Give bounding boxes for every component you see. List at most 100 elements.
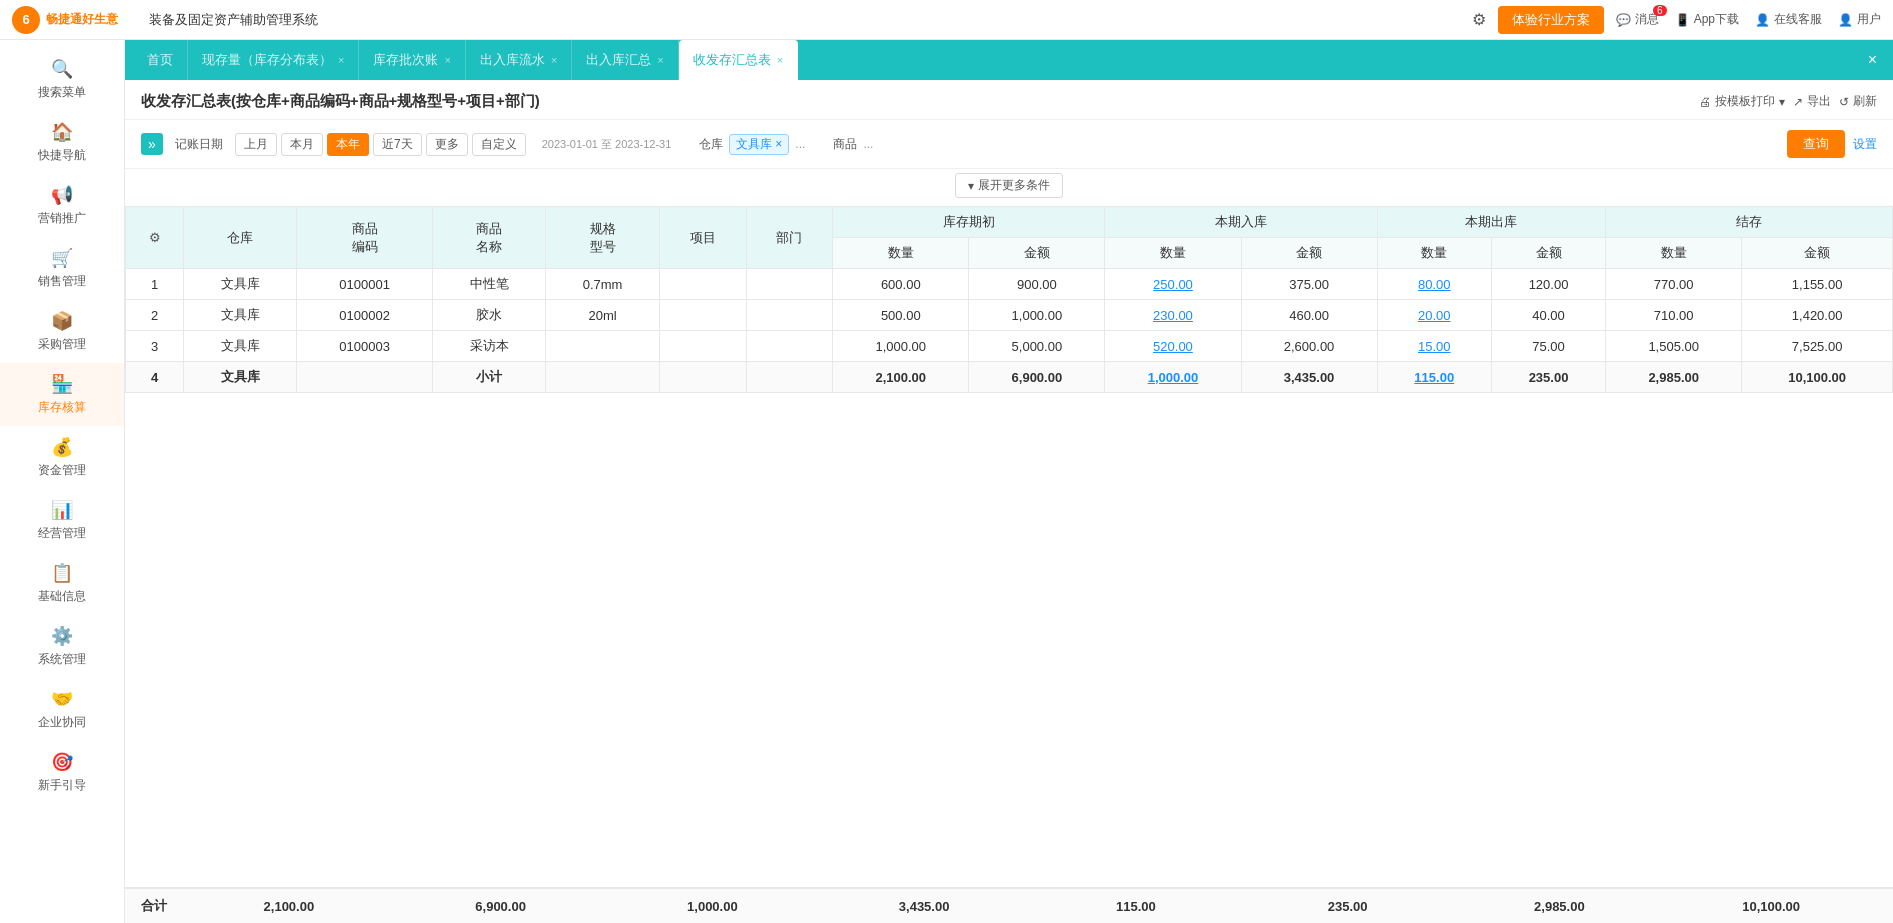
config-icon[interactable]: ⚙ [1472,10,1486,29]
expand-row: ▾ 展开更多条件 [125,169,1893,206]
row1-code: 0100001 [297,269,433,300]
sub-out-qty[interactable]: 115.00 [1377,362,1491,393]
row2-bal-qty: 710.00 [1606,300,1742,331]
date-btn-custom[interactable]: 自定义 [472,133,526,156]
tab-bar-close[interactable]: × [1860,51,1885,69]
sub-bal-qty: 2,985.00 [1606,362,1742,393]
user-label: 用户 [1857,11,1881,28]
table-row: 1 文具库 0100001 中性笔 0.7mm 600.00 900.00 25… [126,269,1893,300]
sidebar-item-marketing[interactable]: 📢 营销推广 [0,174,124,237]
print-btn[interactable]: 🖨 按模板打印 ▾ [1699,93,1785,110]
goods-section: 商品 ... [833,136,873,153]
page-header: 收发存汇总表(按仓库+商品编码+商品+规格型号+项目+部门) 🖨 按模板打印 ▾… [125,80,1893,120]
goods-more[interactable]: ... [863,137,873,151]
warehouse-tag-close[interactable]: × [775,137,782,151]
row1-in-qty[interactable]: 250.00 [1105,269,1241,300]
user-item[interactable]: 👤 用户 [1838,11,1881,28]
app-download-item[interactable]: 📱 App下载 [1675,11,1739,28]
table-row: 2 文具库 0100002 胶水 20ml 500.00 1,000.00 23… [126,300,1893,331]
tab-receive-close[interactable]: × [777,54,783,66]
print-label: 按模板打印 [1715,93,1775,110]
sidebar-item-inventory[interactable]: 🏪 库存核算 [0,363,124,426]
export-label: 导出 [1807,93,1831,110]
goods-label: 商品 [833,136,857,153]
online-service-item[interactable]: 👤 在线客服 [1755,11,1822,28]
refresh-btn[interactable]: ↺ 刷新 [1839,93,1877,110]
top-right: 💬 消息 6 📱 App下载 👤 在线客服 👤 用户 [1616,11,1881,28]
date-btn-last-month[interactable]: 上月 [235,133,277,156]
sidebar-label-basic: 基础信息 [38,588,86,605]
trial-button[interactable]: 体验行业方案 [1498,6,1604,34]
sidebar-item-collab[interactable]: 🤝 企业协同 [0,678,124,741]
row1-warehouse: 文具库 [184,269,297,300]
row1-out-qty[interactable]: 80.00 [1377,269,1491,300]
row2-in-qty[interactable]: 230.00 [1105,300,1241,331]
row3-in-qty[interactable]: 520.00 [1105,331,1241,362]
row2-out-qty[interactable]: 20.00 [1377,300,1491,331]
export-btn[interactable]: ↗ 导出 [1793,93,1831,110]
tab-summary[interactable]: 出入库汇总 × [572,40,678,80]
sidebar-item-purchase[interactable]: 📦 采购管理 [0,300,124,363]
sidebar-label-marketing: 营销推广 [38,210,86,227]
tab-home[interactable]: 首页 [133,40,188,80]
sub-in-qty[interactable]: 1,000.00 [1105,362,1241,393]
tab-receive[interactable]: 收发存汇总表 × [679,40,798,80]
row1-project [660,269,747,300]
sidebar-item-sales[interactable]: 🛒 销售管理 [0,237,124,300]
row3-out-amt: 75.00 [1491,331,1605,362]
sidebar-label-system: 系统管理 [38,651,86,668]
col-out: 本期出库 [1377,207,1606,238]
sidebar-label-purchase: 采购管理 [38,336,86,353]
export-icon: ↗ [1793,95,1803,109]
row2-in-amt: 460.00 [1241,300,1377,331]
col-bal-qty: 数量 [1606,238,1742,269]
date-btn-this-month[interactable]: 本月 [281,133,323,156]
online-service-label: 在线客服 [1774,11,1822,28]
query-button[interactable]: 查询 [1787,130,1845,158]
tab-batch[interactable]: 库存批次账 × [359,40,465,80]
tab-flow-close[interactable]: × [551,54,557,66]
sidebar-label-finance: 资金管理 [38,462,86,479]
tab-home-label: 首页 [147,51,173,69]
row2-no: 2 [126,300,184,331]
sidebar-item-finance[interactable]: 💰 资金管理 [0,426,124,489]
footer-in-qty: 1,000.00 [607,899,819,914]
tab-stock[interactable]: 现存量（库存分布表） × [188,40,359,80]
tab-flow[interactable]: 出入库流水 × [466,40,572,80]
settings-link[interactable]: 设置 [1853,136,1877,153]
sidebar-item-operation[interactable]: 📊 经营管理 [0,489,124,552]
tab-summary-close[interactable]: × [657,54,663,66]
warehouse-more[interactable]: ... [795,137,805,151]
filter-toggle-btn[interactable]: » [141,133,163,155]
date-btn-more[interactable]: 更多 [426,133,468,156]
app-layout: 🔍 搜索菜单 🏠 快捷导航 📢 营销推广 🛒 销售管理 📦 采购管理 🏪 库存核… [0,40,1893,923]
footer-bal-amt: 10,100.00 [1665,899,1877,914]
col-settings[interactable]: ⚙ [126,207,184,269]
sidebar-item-search[interactable]: 🔍 搜索菜单 [0,48,124,111]
sidebar-label-collab: 企业协同 [38,714,86,731]
print-chevron: ▾ [1779,95,1785,109]
row1-no: 1 [126,269,184,300]
sidebar-item-nav[interactable]: 🏠 快捷导航 [0,111,124,174]
sidebar-item-guide[interactable]: 🎯 新手引导 [0,741,124,804]
tab-stock-close[interactable]: × [338,54,344,66]
date-btn-7days[interactable]: 近7天 [373,133,422,156]
table-container: ⚙ 仓库 商品编码 商品名称 规格型号 项目 部门 库存期初 本期入库 本期出库… [125,206,1893,887]
main-content: 首页 现存量（库存分布表） × 库存批次账 × 出入库流水 × 出入库汇总 × … [125,40,1893,923]
footer-out-amt: 235.00 [1242,899,1454,914]
tab-batch-close[interactable]: × [444,54,450,66]
sub-code [297,362,433,393]
date-btn-this-year[interactable]: 本年 [327,133,369,156]
col-spec: 规格型号 [545,207,659,269]
row3-out-qty[interactable]: 15.00 [1377,331,1491,362]
col-opening: 库存期初 [833,207,1105,238]
print-icon: 🖨 [1699,95,1711,109]
expand-conditions-btn[interactable]: ▾ 展开更多条件 [955,173,1063,198]
row1-open-amt: 900.00 [969,269,1105,300]
sidebar-item-basic[interactable]: 📋 基础信息 [0,552,124,615]
sidebar-item-system[interactable]: ⚙️ 系统管理 [0,615,124,678]
footer-bal-qty: 2,985.00 [1454,899,1666,914]
header-actions: 🖨 按模板打印 ▾ ↗ 导出 ↺ 刷新 [1699,93,1877,110]
inventory-icon: 🏪 [51,373,73,395]
message-item[interactable]: 💬 消息 6 [1616,11,1659,28]
